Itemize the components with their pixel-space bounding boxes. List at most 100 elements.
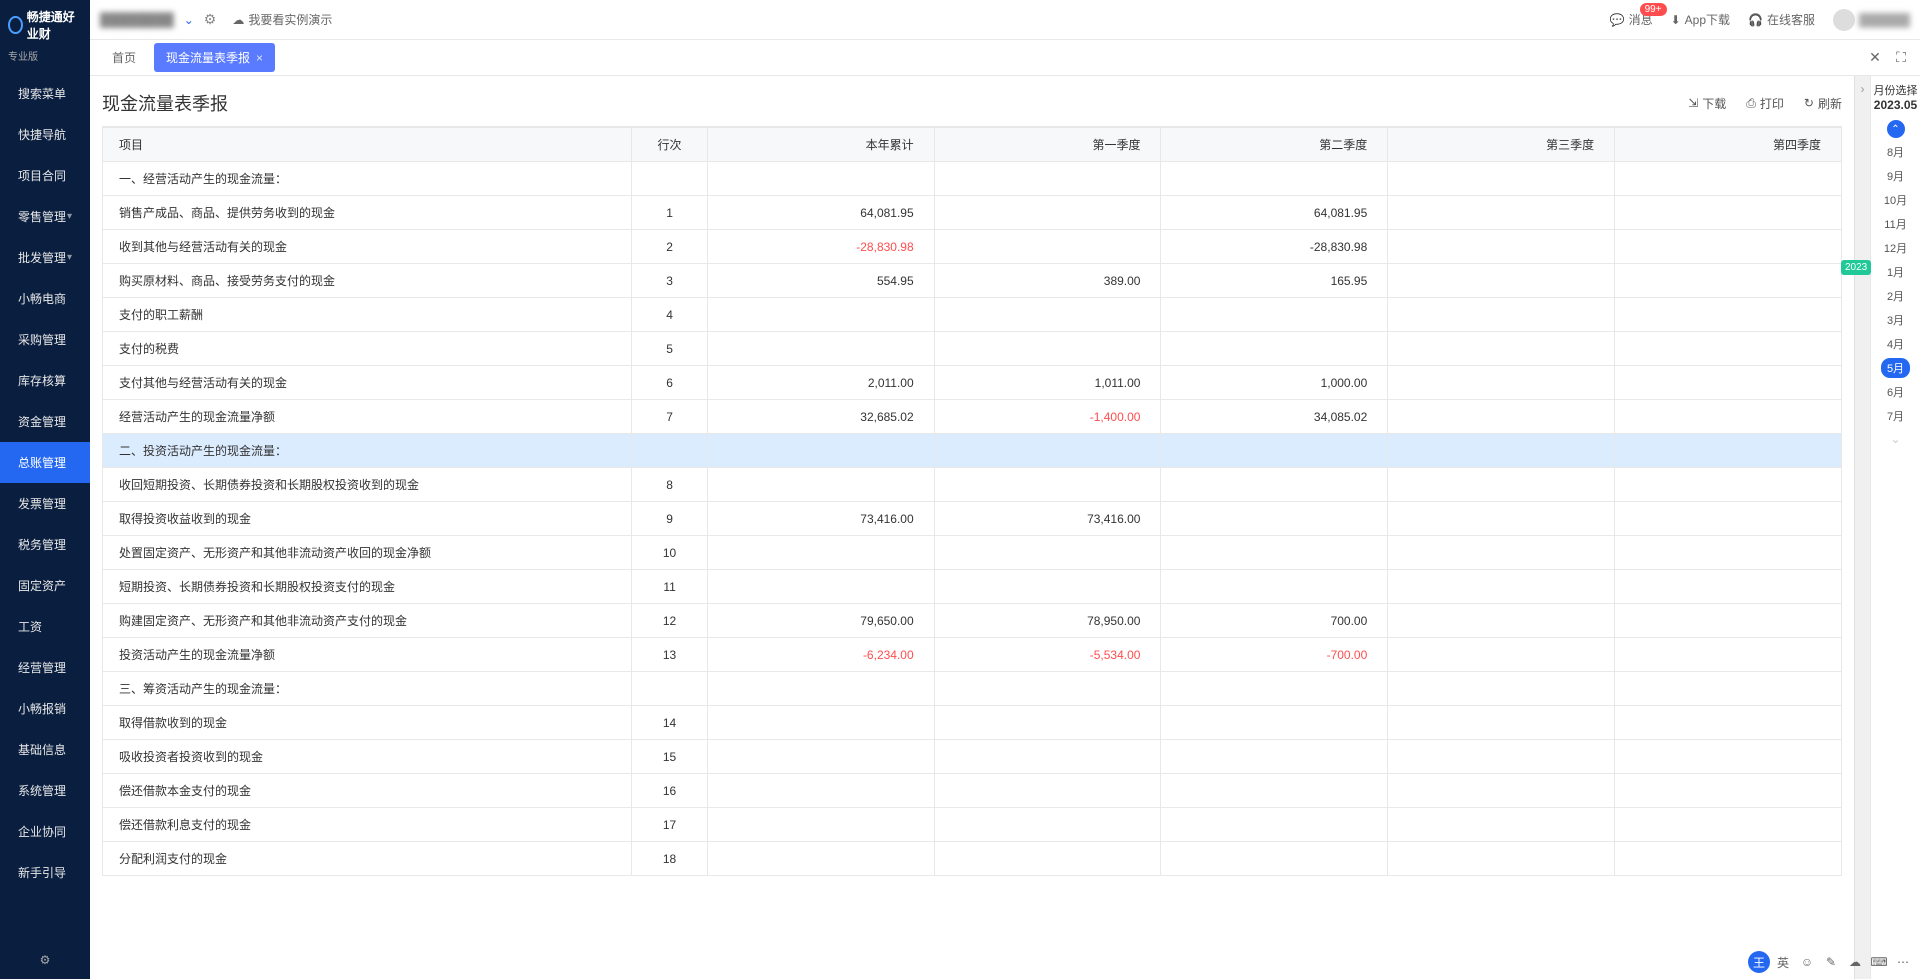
month-item[interactable]: 4月 (1881, 334, 1910, 354)
year-tag: 2023 (1841, 260, 1871, 275)
sidebar-item[interactable]: 发票管理 (0, 483, 90, 524)
tab-close-all-icon[interactable]: ✕ (1866, 49, 1884, 67)
month-item[interactable]: 1月 (1881, 262, 1910, 282)
sidebar-item[interactable]: 税务管理 (0, 524, 90, 565)
sidebar-item[interactable]: 经营管理 (0, 647, 90, 688)
org-name[interactable]: ████████ (100, 12, 174, 27)
table-row[interactable]: 支付的税费5 (103, 332, 1842, 366)
table-row[interactable]: 购买原材料、商品、接受劳务支付的现金3554.95389.00165.95 (103, 264, 1842, 298)
tab-bar: 首页 现金流量表季报 × ✕ ⛶ (90, 40, 1920, 76)
sidebar-item[interactable]: 固定资产 (0, 565, 90, 606)
gear-icon[interactable]: ⚙ (204, 11, 217, 28)
ime-cloud-icon[interactable]: ☁ (1844, 951, 1866, 973)
table-row[interactable]: 分配利润支付的现金18 (103, 842, 1842, 876)
month-item[interactable]: 2月 (1881, 286, 1910, 306)
table-row[interactable]: 偿还借款利息支付的现金17 (103, 808, 1842, 842)
chevron-down-icon: ▾ (67, 211, 72, 222)
month-item[interactable]: 7月 (1881, 406, 1910, 426)
logo-text: 畅捷通好业财 (27, 8, 82, 42)
page-title: 现金流量表季报 (102, 90, 228, 116)
settings-icon[interactable]: ⚙ (0, 941, 90, 979)
sidebar-item[interactable]: 小畅电商 (0, 278, 90, 319)
user-menu[interactable]: ██████ (1833, 9, 1910, 31)
table-row[interactable]: 购建固定资产、无形资产和其他非流动资产支付的现金1279,650.0078,95… (103, 604, 1842, 638)
ime-keyboard-icon[interactable]: ⌨ (1868, 951, 1890, 973)
month-down-icon[interactable]: ⌄ (1890, 432, 1900, 446)
expand-toggle[interactable]: › (1854, 76, 1870, 979)
table-row[interactable]: 吸收投资者投资收到的现金15 (103, 740, 1842, 774)
table-row[interactable]: 短期投资、长期债券投资和长期股权投资支付的现金11 (103, 570, 1842, 604)
refresh-button[interactable]: ↻刷新 (1804, 95, 1842, 112)
table-row[interactable]: 收到其他与经营活动有关的现金2-28,830.98-28,830.98 (103, 230, 1842, 264)
table-row[interactable]: 取得投资收益收到的现金973,416.0073,416.00 (103, 502, 1842, 536)
edition-label: 专业版 (0, 48, 90, 63)
table-row[interactable]: 销售产成品、商品、提供劳务收到的现金164,081.9564,081.95 (103, 196, 1842, 230)
ime-emoji-icon[interactable]: ☺ (1796, 951, 1818, 973)
sidebar-item[interactable]: 资金管理 (0, 401, 90, 442)
org-dropdown-icon[interactable]: ⌄ (184, 13, 194, 27)
chevron-down-icon: ▾ (67, 252, 72, 263)
message-badge: 99+ (1640, 3, 1667, 16)
month-item[interactable]: 10月 (1878, 190, 1913, 210)
tab-cash-flow[interactable]: 现金流量表季报 × (154, 43, 275, 72)
month-item[interactable]: 8月 (1881, 142, 1910, 162)
support-button[interactable]: 🎧 在线客服 (1748, 11, 1815, 28)
download-icon: ⇲ (1688, 96, 1698, 110)
table-row[interactable]: 三、筹资活动产生的现金流量： (103, 672, 1842, 706)
sidebar-item[interactable]: 批发管理▾ (0, 237, 90, 278)
column-header: 项目 (103, 128, 632, 162)
sidebar-item[interactable]: 零售管理▾ (0, 196, 90, 237)
table-row[interactable]: 经营活动产生的现金流量净额732,685.02-1,400.0034,085.0… (103, 400, 1842, 434)
headset-icon: 🎧 (1748, 13, 1763, 27)
column-header: 行次 (632, 128, 708, 162)
menu: 搜索菜单快捷导航项目合同零售管理▾批发管理▾小畅电商采购管理库存核算资金管理总账… (0, 63, 90, 941)
month-item[interactable]: 3月 (1881, 310, 1910, 330)
table-row[interactable]: 一、经营活动产生的现金流量： (103, 162, 1842, 196)
messages-button[interactable]: 💬 消息 99+ (1610, 11, 1653, 28)
table-row[interactable]: 取得借款收到的现金14 (103, 706, 1842, 740)
table-row[interactable]: 支付的职工薪酬4 (103, 298, 1842, 332)
sidebar-item[interactable]: 总账管理 (0, 442, 90, 483)
download-button[interactable]: ⬇ App下载 (1671, 11, 1730, 28)
sidebar-item[interactable]: 项目合同 (0, 155, 90, 196)
month-item[interactable]: 9月 (1881, 166, 1910, 186)
ime-icon[interactable]: 王 (1748, 951, 1770, 973)
month-up-icon[interactable]: ⌃ (1887, 120, 1905, 138)
column-header: 第三季度 (1388, 128, 1615, 162)
sidebar-item[interactable]: 搜索菜单 (0, 73, 90, 114)
demo-link[interactable]: ☁ 我要看实例演示 (232, 11, 332, 28)
sidebar-item[interactable]: 工资 (0, 606, 90, 647)
table-row[interactable]: 处置固定资产、无形资产和其他非流动资产收回的现金净额10 (103, 536, 1842, 570)
avatar-icon (1833, 9, 1855, 31)
logo-icon (8, 16, 23, 34)
table-row[interactable]: 投资活动产生的现金流量净额13-6,234.00-5,534.00-700.00 (103, 638, 1842, 672)
sidebar-item[interactable]: 小畅报销 (0, 688, 90, 729)
print-button[interactable]: ⎙打印 (1746, 95, 1784, 112)
table-row[interactable]: 二、投资活动产生的现金流量： (103, 434, 1842, 468)
column-header: 第一季度 (934, 128, 1161, 162)
chat-icon: 💬 (1610, 13, 1625, 27)
table-row[interactable]: 偿还借款本金支付的现金16 (103, 774, 1842, 808)
sidebar-item[interactable]: 基础信息 (0, 729, 90, 770)
month-item[interactable]: 12月 (1878, 238, 1913, 258)
sidebar-item[interactable]: 采购管理 (0, 319, 90, 360)
table-row[interactable]: 支付其他与经营活动有关的现金62,011.001,011.001,000.00 (103, 366, 1842, 400)
close-icon[interactable]: × (256, 51, 263, 65)
month-item[interactable]: 5月 (1881, 358, 1910, 378)
sidebar-item[interactable]: 库存核算 (0, 360, 90, 401)
ime-edit-icon[interactable]: ✎ (1820, 951, 1842, 973)
tab-home[interactable]: 首页 (100, 43, 148, 72)
month-item[interactable]: 11月 (1878, 214, 1912, 234)
sidebar-item[interactable]: 快捷导航 (0, 114, 90, 155)
bulb-icon: ☁ (232, 13, 244, 27)
sidebar-item[interactable]: 企业协同 (0, 811, 90, 852)
sidebar-item[interactable]: 新手引导 (0, 852, 90, 893)
month-item[interactable]: 6月 (1881, 382, 1910, 402)
sidebar-item[interactable]: 系统管理 (0, 770, 90, 811)
month-panel: 月份选择 2023.05 ⌃8月9月10月11月12月1月2月3月4月5月6月7… (1870, 76, 1920, 979)
download-button[interactable]: ⇲下载 (1688, 95, 1726, 112)
fullscreen-icon[interactable]: ⛶ (1892, 49, 1910, 67)
ime-more-icon[interactable]: ⋯ (1892, 951, 1914, 973)
ime-lang[interactable]: 英 (1772, 951, 1794, 973)
table-row[interactable]: 收回短期投资、长期债券投资和长期股权投资收到的现金8 (103, 468, 1842, 502)
